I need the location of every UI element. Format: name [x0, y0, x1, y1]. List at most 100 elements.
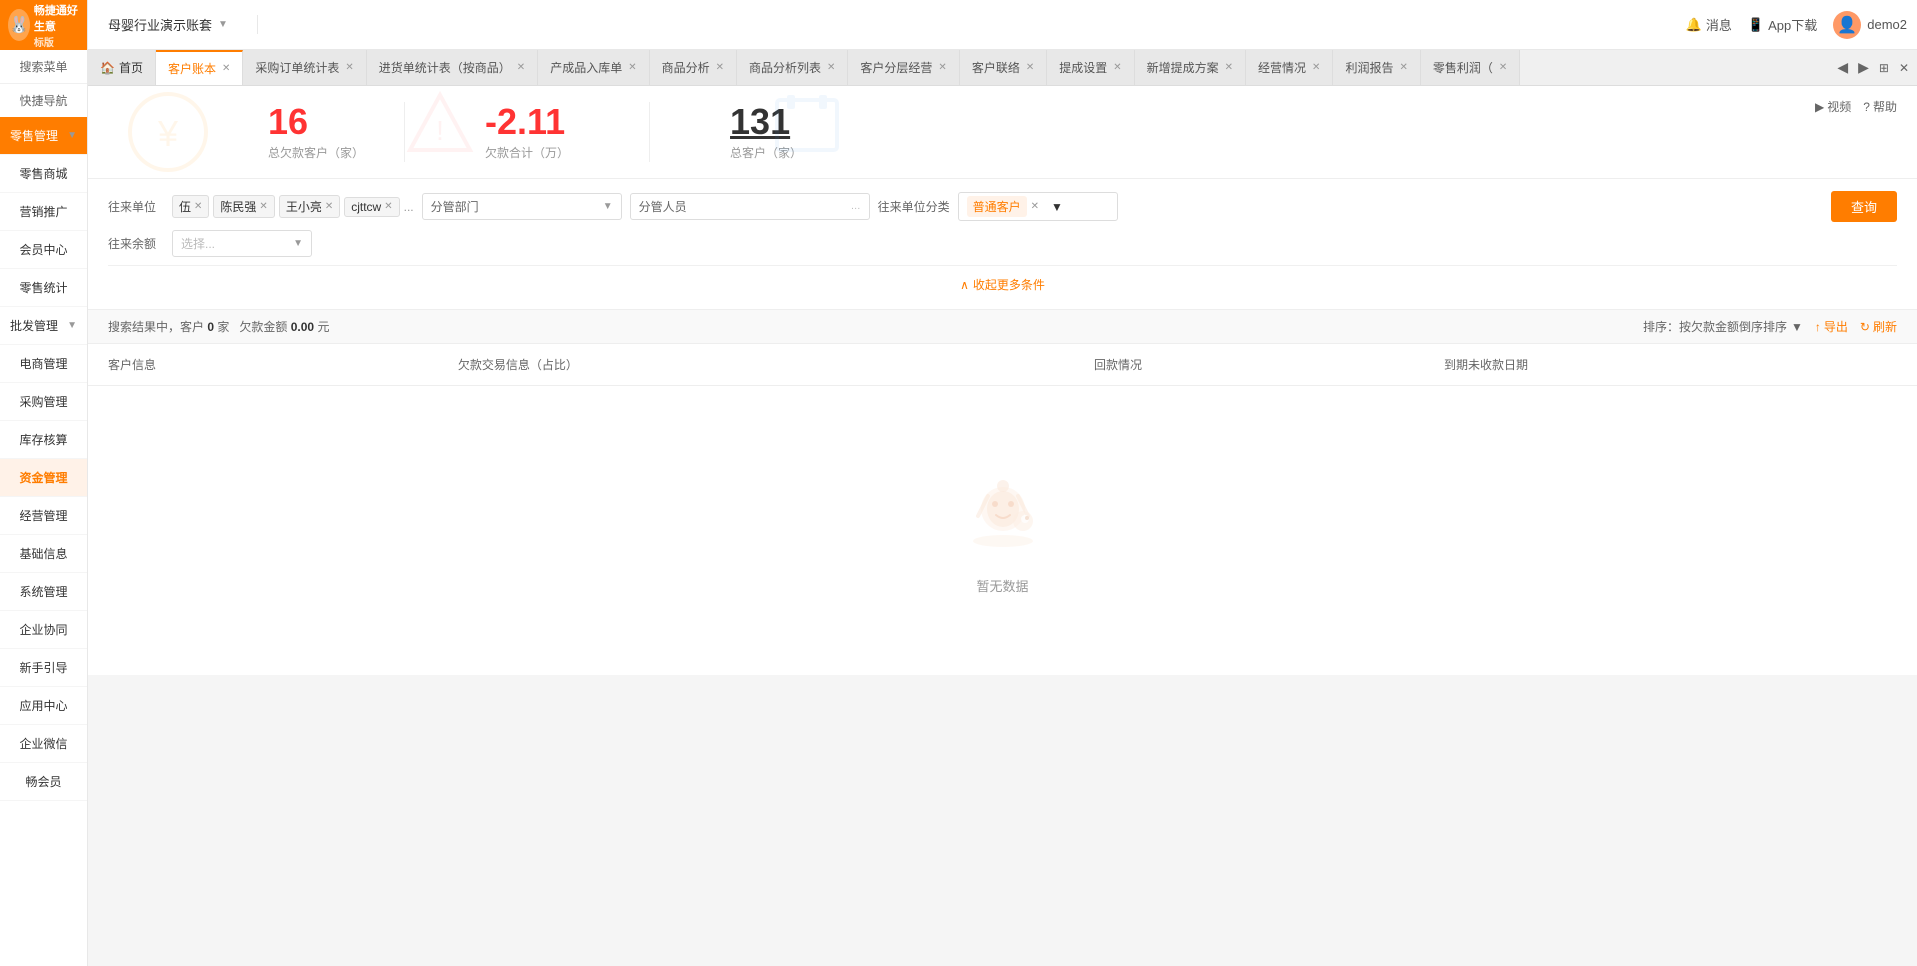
- close-icon[interactable]: ✕: [1499, 62, 1507, 73]
- tab-customer-level[interactable]: 客户分层经营 ✕: [848, 50, 959, 86]
- sidebar-item-wholesale[interactable]: 批发管理 ▼: [0, 307, 87, 345]
- filter-tag-wu[interactable]: 伍 ✕: [172, 195, 209, 218]
- sidebar-item-operations[interactable]: 经营管理: [0, 497, 87, 535]
- stat-divider-2: [649, 102, 650, 162]
- result-bar: 搜索结果中，客户 0 家 欠款金额 0.00 元 排序：按欠款金额倒序排序 ▼ …: [88, 310, 1917, 344]
- table-header: 客户信息 欠款交易信息（占比） 回款情况 到期未收款日期: [88, 344, 1917, 386]
- sidebar-item-purchase[interactable]: 采购管理: [0, 383, 87, 421]
- chevron-down-icon: ▼: [218, 19, 228, 30]
- sidebar-item-app-center[interactable]: 应用中心: [0, 687, 87, 725]
- tab-business-status[interactable]: 经营情况 ✕: [1246, 50, 1333, 86]
- tab-customer-contact[interactable]: 客户联络 ✕: [960, 50, 1047, 86]
- col-customer-info: 客户信息: [88, 344, 438, 386]
- company-selector[interactable]: 母婴行业演示账套 ▼: [98, 15, 258, 34]
- sidebar-item-member[interactable]: 会员中心: [0, 231, 87, 269]
- balance-selector[interactable]: 选择... ▼: [172, 230, 312, 257]
- export-icon: ↑: [1815, 320, 1821, 334]
- sidebar-item-retail-mall[interactable]: 零售商城: [0, 155, 87, 193]
- unit-filter-tags: 伍 ✕ 陈民强 ✕ 王小亮 ✕ cjttcw ✕ ...: [172, 195, 414, 218]
- sort-label: 排序：按欠款金额倒序排序: [1643, 318, 1787, 335]
- sidebar-item-enterprise[interactable]: 企业协同: [0, 611, 87, 649]
- tab-product-analysis[interactable]: 商品分析 ✕: [650, 50, 737, 86]
- collapse-filter-button[interactable]: ∧ 收起更多条件: [108, 272, 1897, 297]
- sidebar-item-vip[interactable]: 畅会员: [0, 763, 87, 801]
- close-icon[interactable]: ✕: [345, 62, 353, 73]
- close-icon[interactable]: ✕: [1113, 62, 1121, 73]
- tab-home[interactable]: 🏠 首页: [88, 50, 156, 86]
- unit-class-selected-tag: 普通客户: [967, 196, 1027, 217]
- filter-tag-chen[interactable]: 陈民强 ✕: [213, 195, 274, 218]
- close-icon[interactable]: ✕: [1399, 62, 1407, 73]
- close-icon[interactable]: ✕: [1026, 62, 1034, 73]
- col-payment-status: 回款情况: [1074, 344, 1424, 386]
- close-icon[interactable]: ✕: [384, 201, 392, 212]
- sidebar-item-finance[interactable]: 资金管理: [0, 459, 87, 497]
- close-icon[interactable]: ✕: [716, 62, 724, 73]
- tab-expand-icon[interactable]: ⊞: [1875, 59, 1893, 77]
- user-menu[interactable]: 👤 demo2: [1833, 11, 1907, 39]
- sidebar-item-wechat[interactable]: 企业微信: [0, 725, 87, 763]
- app-download-button[interactable]: 📱 App下载: [1748, 15, 1817, 34]
- filter-row-2: 往来余额 选择... ▼: [108, 230, 1897, 257]
- tab-close-all-icon[interactable]: ✕: [1895, 59, 1913, 77]
- tab-new-suggest[interactable]: 新增提成方案 ✕: [1135, 50, 1246, 86]
- chevron-down-icon: ▼: [1791, 320, 1803, 334]
- message-button[interactable]: 🔔 消息: [1686, 15, 1732, 34]
- sidebar-item-inventory[interactable]: 库存核算: [0, 421, 87, 459]
- close-icon[interactable]: ✕: [938, 62, 946, 73]
- person-selector[interactable]: 分管人员 …: [630, 193, 870, 220]
- close-icon[interactable]: ✕: [827, 62, 835, 73]
- close-icon[interactable]: ✕: [325, 201, 333, 212]
- close-icon[interactable]: ✕: [1312, 62, 1320, 73]
- chevron-down-icon: ▼: [67, 320, 77, 331]
- tab-suggest-settings[interactable]: 提成设置 ✕: [1047, 50, 1134, 86]
- company-name: 母婴行业演示账套: [108, 15, 212, 34]
- tab-instock-stats[interactable]: 进货单统计表（按商品） ✕: [367, 50, 538, 86]
- tab-profit-report[interactable]: 利润报告 ✕: [1333, 50, 1420, 86]
- filter-more-tags[interactable]: ...: [404, 200, 414, 214]
- stat-total-customers: 16 总欠款客户（家）: [268, 104, 404, 161]
- close-icon[interactable]: ✕: [1225, 62, 1233, 73]
- tab-retail-profit[interactable]: 零售利润（ ✕: [1421, 50, 1520, 86]
- close-icon[interactable]: ✕: [259, 201, 267, 212]
- sidebar-item-retail-stats[interactable]: 零售统计: [0, 269, 87, 307]
- tab-product-analysis-list[interactable]: 商品分析列表 ✕: [737, 50, 848, 86]
- dept-selector[interactable]: 分管部门 ▼: [422, 193, 622, 220]
- close-icon[interactable]: ✕: [517, 62, 525, 73]
- sidebar-item-system[interactable]: 系统管理: [0, 573, 87, 611]
- sidebar-item-ecommerce[interactable]: 电商管理: [0, 345, 87, 383]
- topbar: 母婴行业演示账套 ▼ 🔔 消息 📱 App下载 👤 demo2: [88, 0, 1917, 50]
- more-options-icon: …: [851, 201, 861, 212]
- stat-total-customers-2: 131 总客户（家）: [730, 104, 842, 161]
- tab-product-instock[interactable]: 产成品入库单 ✕: [538, 50, 649, 86]
- sidebar-item-marketing[interactable]: 营销推广: [0, 193, 87, 231]
- logo-icon: 🐰: [8, 9, 30, 41]
- unit-class-selector[interactable]: 普通客户 ✕ ▼: [958, 192, 1118, 221]
- tab-customer-capital[interactable]: 客户账本 ✕: [156, 50, 243, 86]
- sort-selector[interactable]: 排序：按欠款金额倒序排序 ▼: [1643, 318, 1803, 335]
- sidebar-item-quick-nav[interactable]: 快捷导航: [0, 84, 87, 117]
- sidebar-item-newbie[interactable]: 新手引导: [0, 649, 87, 687]
- export-button[interactable]: ↑ 导出: [1815, 318, 1848, 335]
- sidebar-item-search[interactable]: 搜索菜单: [0, 50, 87, 84]
- tab-prev-arrow[interactable]: ◀: [1833, 57, 1852, 78]
- close-icon[interactable]: ✕: [628, 62, 636, 73]
- filter-tag-cjttcw[interactable]: cjttcw ✕: [344, 197, 399, 217]
- tab-purchase-order[interactable]: 采购订单统计表 ✕: [243, 50, 366, 86]
- empty-state: 暂无数据: [88, 386, 1917, 675]
- close-icon[interactable]: ✕: [194, 201, 202, 212]
- query-button[interactable]: 查询: [1831, 191, 1897, 222]
- refresh-button[interactable]: ↻ 刷新: [1860, 318, 1897, 335]
- close-icon[interactable]: ✕: [1031, 201, 1039, 212]
- tab-next-arrow[interactable]: ▶: [1854, 57, 1873, 78]
- close-icon[interactable]: ✕: [222, 63, 230, 74]
- sidebar-item-retail[interactable]: 零售管理 ▼: [0, 117, 87, 155]
- stat-debt: -2.11 欠款合计（万）: [485, 104, 609, 161]
- filter-tag-wang[interactable]: 王小亮 ✕: [279, 195, 340, 218]
- username: demo2: [1867, 17, 1907, 32]
- sidebar-item-basic-info[interactable]: 基础信息: [0, 535, 87, 573]
- total-customers2-label: 总客户（家）: [730, 144, 802, 161]
- empty-icon: [953, 466, 1053, 566]
- debt-value: -2.11: [485, 104, 565, 140]
- app-title: 畅捷通好生意: [34, 2, 79, 34]
